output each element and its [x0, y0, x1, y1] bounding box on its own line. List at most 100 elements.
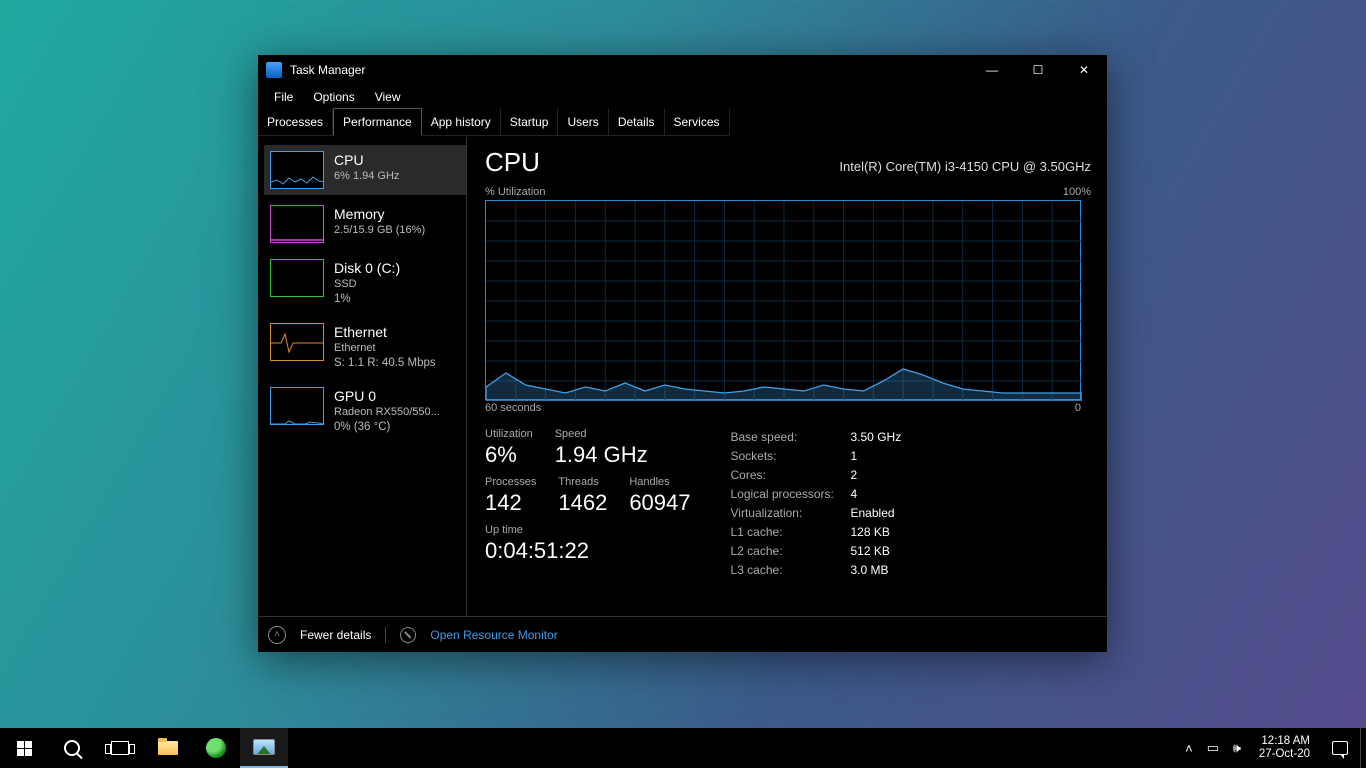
- task-view-button[interactable]: [96, 728, 144, 768]
- sidebar-item-name: CPU: [334, 151, 399, 169]
- search-button[interactable]: [48, 728, 96, 768]
- kv-value: 4: [851, 485, 858, 504]
- sidebar-item-line2: 6% 1.94 GHz: [334, 169, 399, 184]
- resmon-icon[interactable]: [400, 627, 416, 643]
- search-icon: [64, 740, 80, 756]
- handles-label: Handles: [629, 476, 690, 488]
- tab-performance[interactable]: Performance: [333, 108, 422, 136]
- chevron-up-icon[interactable]: ˄: [268, 626, 286, 644]
- taskbar-app-explorer[interactable]: [144, 728, 192, 768]
- separator: [385, 627, 386, 643]
- close-button[interactable]: ✕: [1061, 55, 1107, 85]
- menu-view[interactable]: View: [365, 86, 411, 108]
- sidebar-text: CPU6% 1.94 GHz: [334, 151, 399, 184]
- minimize-button[interactable]: —: [969, 55, 1015, 85]
- tab-app-history[interactable]: App history: [422, 109, 501, 136]
- kv-row: L3 cache:3.0 MB: [731, 561, 902, 580]
- kv-key: L2 cache:: [731, 542, 851, 561]
- sidebar-item-name: GPU 0: [334, 387, 440, 405]
- download-manager-icon: [206, 738, 226, 758]
- utilization-label: Utilization: [485, 428, 533, 440]
- tab-users[interactable]: Users: [558, 109, 608, 136]
- sidebar-item-name: Disk 0 (C:): [334, 259, 400, 277]
- sidebar-item-memory[interactable]: Memory2.5/15.9 GB (16%): [264, 199, 466, 249]
- clock-date: 27-Oct-20: [1259, 748, 1310, 761]
- menu-file[interactable]: File: [264, 86, 303, 108]
- tab-startup[interactable]: Startup: [501, 109, 559, 136]
- sidebar-thumb: [270, 151, 324, 189]
- chart-xmin: 0: [1075, 402, 1081, 414]
- sidebar-item-line3: 1%: [334, 292, 400, 307]
- sidebar-item-name: Memory: [334, 205, 425, 223]
- speed-label: Speed: [555, 428, 648, 440]
- menubar: File Options View: [258, 85, 1107, 109]
- sidebar-thumb: [270, 387, 324, 425]
- kv-key: L3 cache:: [731, 561, 851, 580]
- speed-value: 1.94 GHz: [555, 442, 648, 468]
- show-desktop-button[interactable]: [1360, 728, 1366, 768]
- sidebar-text: GPU 0Radeon RX550/550...0% (36 °C): [334, 387, 440, 435]
- processes-value: 142: [485, 490, 536, 516]
- maximize-button[interactable]: ☐: [1015, 55, 1061, 85]
- action-center-button[interactable]: [1320, 728, 1360, 768]
- kv-value: 512 KB: [851, 542, 890, 561]
- sidebar-thumb: [270, 323, 324, 361]
- folder-icon: [158, 741, 178, 755]
- tab-processes[interactable]: Processes: [258, 109, 333, 136]
- sidebar-text: Disk 0 (C:)SSD1%: [334, 259, 400, 307]
- threads-value: 1462: [558, 490, 607, 516]
- tab-details[interactable]: Details: [609, 109, 665, 136]
- tray-network-icon[interactable]: ▭: [1201, 740, 1225, 756]
- titlebar[interactable]: Task Manager — ☐ ✕: [258, 55, 1107, 85]
- handles-value: 60947: [629, 490, 690, 516]
- uptime-value: 0:04:51:22: [485, 538, 691, 564]
- sidebar-thumb: [270, 205, 324, 243]
- perf-sidebar: CPU6% 1.94 GHz Memory2.5/15.9 GB (16%) Dis…: [258, 137, 467, 616]
- task-manager-window: Task Manager — ☐ ✕ File Options View Pro…: [258, 55, 1107, 652]
- sidebar-item-line2: 2.5/15.9 GB (16%): [334, 223, 425, 238]
- kv-row: Base speed:3.50 GHz: [731, 428, 902, 447]
- page-title: CPU: [485, 147, 540, 178]
- cpu-utilization-chart[interactable]: [485, 200, 1081, 400]
- tray-volume-icon[interactable]: 🕪: [1225, 740, 1249, 756]
- kv-value: 2: [851, 466, 858, 485]
- chart-ymax: 100%: [1063, 186, 1091, 198]
- start-button[interactable]: [0, 728, 48, 768]
- sidebar-text: Memory2.5/15.9 GB (16%): [334, 205, 425, 238]
- sidebar-item-ethernet[interactable]: EthernetEthernetS: 1.1 R: 40.5 Mbps: [264, 317, 466, 377]
- sidebar-item-line3: 0% (36 °C): [334, 420, 440, 435]
- sidebar-item-cpu[interactable]: CPU6% 1.94 GHz: [264, 145, 466, 195]
- tab-services[interactable]: Services: [665, 109, 730, 136]
- cpu-details-table: Base speed:3.50 GHzSockets:1Cores:2Logic…: [731, 428, 902, 580]
- kv-key: Sockets:: [731, 447, 851, 466]
- kv-value: 3.0 MB: [851, 561, 889, 580]
- kv-key: Virtualization:: [731, 504, 851, 523]
- taskbar-app-idm[interactable]: [192, 728, 240, 768]
- sidebar-item-disk-0-c-[interactable]: Disk 0 (C:)SSD1%: [264, 253, 466, 313]
- fewer-details-link[interactable]: Fewer details: [300, 628, 371, 642]
- open-resource-monitor-link[interactable]: Open Resource Monitor: [430, 628, 557, 642]
- cpu-model: Intel(R) Core(TM) i3-4150 CPU @ 3.50GHz: [839, 159, 1091, 174]
- task-manager-icon: [266, 62, 282, 78]
- window-footer: ˄ Fewer details Open Resource Monitor: [258, 616, 1107, 652]
- chart-xmax: 60 seconds: [485, 402, 541, 414]
- sidebar-item-line3: S: 1.1 R: 40.5 Mbps: [334, 356, 436, 371]
- taskbar-clock[interactable]: 12:18 AM 27-Oct-20: [1249, 735, 1320, 761]
- kv-row: L1 cache:128 KB: [731, 523, 902, 542]
- notification-icon: [1332, 741, 1348, 755]
- utilization-value: 6%: [485, 442, 533, 468]
- window-title: Task Manager: [290, 63, 365, 77]
- photo-viewer-icon: [253, 739, 275, 755]
- processes-label: Processes: [485, 476, 536, 488]
- sidebar-item-name: Ethernet: [334, 323, 436, 341]
- kv-key: L1 cache:: [731, 523, 851, 542]
- kv-key: Logical processors:: [731, 485, 851, 504]
- kv-value: Enabled: [851, 504, 895, 523]
- sidebar-item-line2: Radeon RX550/550...: [334, 405, 440, 420]
- sidebar-item-gpu-0[interactable]: GPU 0Radeon RX550/550...0% (36 °C): [264, 381, 466, 441]
- tray-chevron-icon[interactable]: ˄: [1177, 741, 1201, 756]
- menu-options[interactable]: Options: [303, 86, 364, 108]
- taskbar-app-photos[interactable]: [240, 728, 288, 768]
- kv-row: L2 cache:512 KB: [731, 542, 902, 561]
- sidebar-item-line2: Ethernet: [334, 341, 436, 356]
